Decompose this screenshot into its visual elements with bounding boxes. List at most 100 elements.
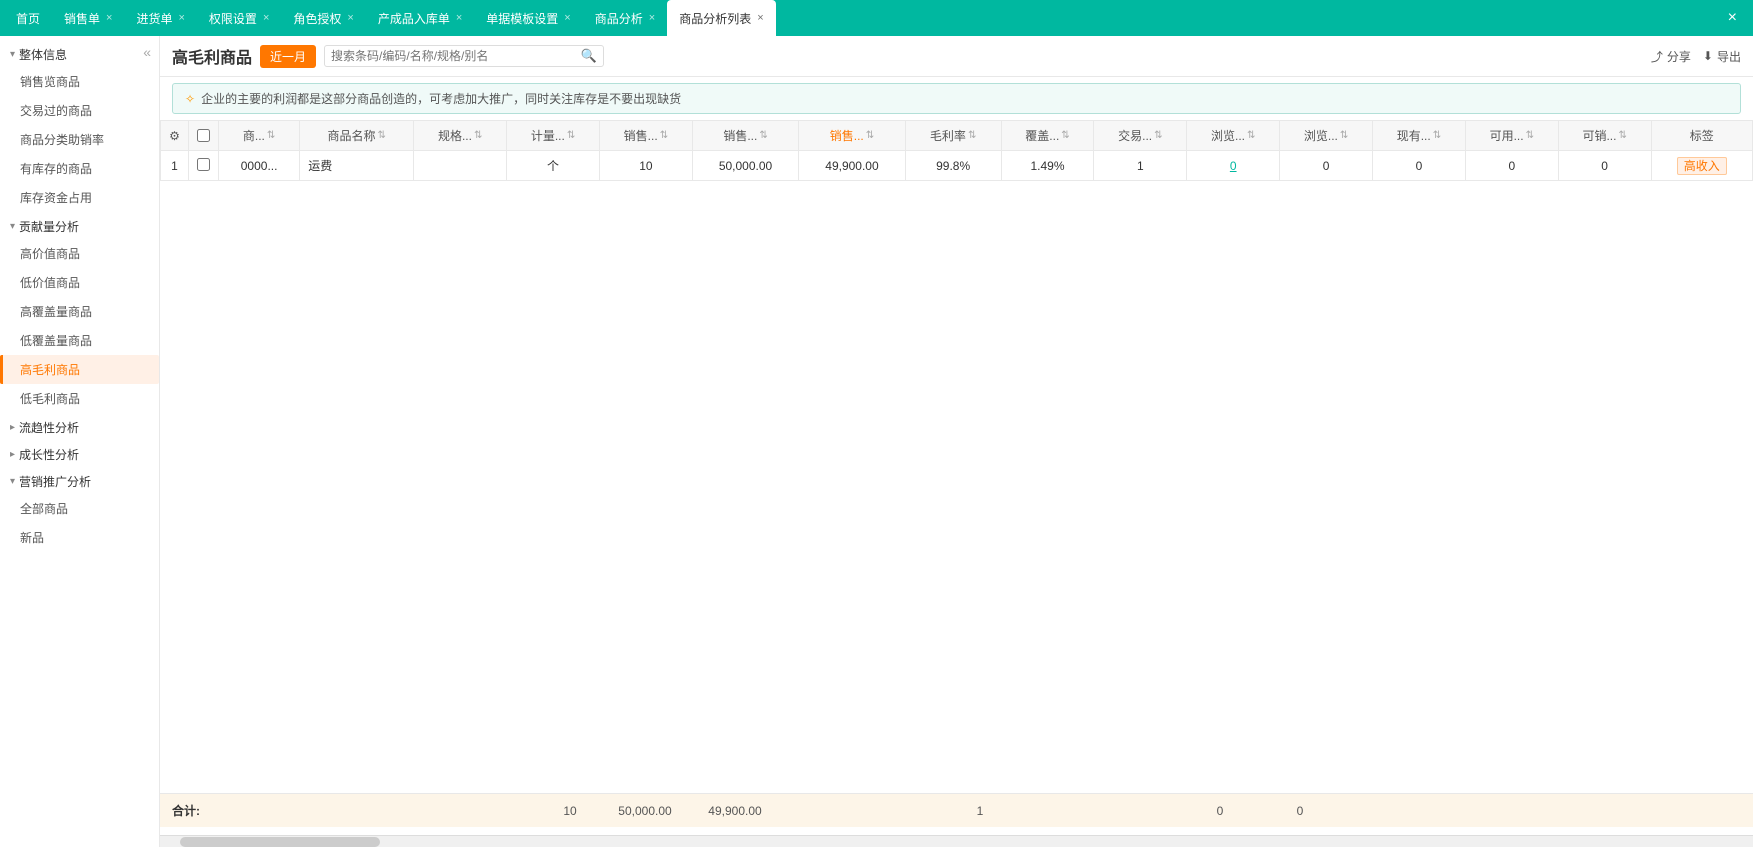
nav-permission-setting[interactable]: 权限设置 × — [197, 0, 281, 36]
sidebar-item-in-stock-products[interactable]: 有库存的商品 — [0, 154, 159, 183]
header-right-actions: ⤴ 分享 ⬇ 导出 — [1651, 48, 1741, 65]
nav-role-auth[interactable]: 角色授权 × — [281, 0, 365, 36]
nav-template-setting[interactable]: 单据模板设置 × — [474, 0, 582, 36]
cell-gross-margin: 99.8% — [905, 151, 1001, 181]
sidebar-item-low-value[interactable]: 低价值商品 — [0, 268, 159, 297]
sidebar-group-trend-analysis[interactable]: ▸ 流趋性分析 — [0, 413, 159, 440]
footer-cell-empty3 — [380, 804, 460, 818]
table-wrapper: ⚙ 商...⇅ 商品名称⇅ 规格...⇅ 计量...⇅ 销售...⇅ 销售...… — [160, 120, 1753, 847]
sidebar-item-low-margin[interactable]: 低毛利商品 — [0, 384, 159, 413]
nav-close-sales-order[interactable]: × — [106, 12, 112, 24]
cell-current-stock: 0 — [1373, 151, 1466, 181]
tag-badge: 高收入 — [1677, 157, 1727, 175]
col-browse1[interactable]: 浏览...⇅ — [1187, 121, 1280, 151]
col-available[interactable]: 可用...⇅ — [1465, 121, 1558, 151]
sort-icon-name: ⇅ — [378, 130, 386, 141]
nav-home[interactable]: 首页 — [4, 0, 52, 36]
col-name[interactable]: 商品名称⇅ — [300, 121, 414, 151]
horizontal-scrollbar[interactable] — [160, 835, 1753, 847]
nav-close-product-analysis-list[interactable]: × — [757, 12, 763, 24]
filter-recent-month-button[interactable]: 近一月 — [260, 45, 316, 68]
cell-code: 0000... — [219, 151, 300, 181]
cell-browse1[interactable]: 0 — [1187, 151, 1280, 181]
cell-trade-count: 1 — [1094, 151, 1187, 181]
sidebar-item-high-value[interactable]: 高价值商品 — [0, 239, 159, 268]
col-tag: 标签 — [1651, 121, 1752, 151]
sidebar-group-overall-info[interactable]: ▾ 整体信息 — [0, 40, 159, 67]
main-layout: « ▾ 整体信息 销售览商品 交易过的商品 商品分类助销率 有库存的商品 库存资… — [0, 36, 1753, 847]
sort-icon-sellable: ⇅ — [1618, 130, 1626, 141]
col-spec[interactable]: 规格...⇅ — [414, 121, 507, 151]
arrow-right-icon: ▸ — [10, 422, 15, 433]
cell-unit: 个 — [507, 151, 600, 181]
select-all-checkbox[interactable] — [197, 129, 210, 142]
table-row: 1 0000... 运费 个 10 50,000.00 49,900.00 99… — [161, 151, 1753, 181]
search-input[interactable] — [331, 49, 581, 63]
close-all-button[interactable]: × — [1716, 9, 1749, 27]
arrow-down-icon-3: ▾ — [10, 476, 15, 487]
nav-product-analysis[interactable]: 商品分析 × — [583, 0, 667, 36]
sidebar-item-category-sales-rate[interactable]: 商品分类助销率 — [0, 125, 159, 154]
footer-cell-sales-amount: 50,000.00 — [600, 804, 690, 818]
sort-icon-current-stock: ⇅ — [1433, 130, 1441, 141]
sidebar-item-low-coverage[interactable]: 低覆盖量商品 — [0, 326, 159, 355]
scrollbar-thumb[interactable] — [180, 837, 380, 847]
col-settings[interactable]: ⚙ — [161, 121, 189, 151]
cell-checkbox[interactable] — [189, 151, 219, 181]
sidebar-collapse-button[interactable]: « — [143, 44, 151, 60]
search-icon[interactable]: 🔍 — [581, 48, 597, 64]
col-unit[interactable]: 计量...⇅ — [507, 121, 600, 151]
share-button[interactable]: ⤴ 分享 — [1651, 48, 1691, 65]
nav-purchase-order[interactable]: 进货单 × — [124, 0, 196, 36]
footer-label: 合计: — [172, 802, 200, 819]
sidebar-item-inventory-capital[interactable]: 库存资金占用 — [0, 183, 159, 212]
footer-cell-empty1 — [220, 804, 300, 818]
nav-close-purchase-order[interactable]: × — [178, 12, 184, 24]
cell-available: 0 — [1465, 151, 1558, 181]
sidebar-item-high-coverage[interactable]: 高覆盖量商品 — [0, 297, 159, 326]
col-current-stock[interactable]: 现有...⇅ — [1373, 121, 1466, 151]
sidebar-item-all-products[interactable]: 全部商品 — [0, 494, 159, 523]
footer-cell-empty8 — [1100, 804, 1180, 818]
sort-icon-sales-amount: ⇅ — [759, 130, 767, 141]
col-sales-qty[interactable]: 销售...⇅ — [599, 121, 692, 151]
sidebar-group-contribution-analysis[interactable]: ▾ 贡献量分析 — [0, 212, 159, 239]
nav-sales-order[interactable]: 销售单 × — [52, 0, 124, 36]
col-browse2[interactable]: 浏览...⇅ — [1280, 121, 1373, 151]
nav-product-analysis-list[interactable]: 商品分析列表 × — [667, 0, 775, 36]
sidebar-item-traded-products[interactable]: 交易过的商品 — [0, 96, 159, 125]
sort-icon-browse2: ⇅ — [1340, 130, 1348, 141]
footer-cell-empty10 — [1420, 804, 1500, 818]
nav-close-permission[interactable]: × — [263, 12, 269, 24]
nav-close-role-auth[interactable]: × — [347, 12, 353, 24]
nav-product-inbound[interactable]: 产成品入库单 × — [366, 0, 474, 36]
col-sales-profit[interactable]: 销售...⇅ — [799, 121, 905, 151]
footer-cell-sales-qty: 10 — [540, 804, 600, 818]
footer-cell-empty6 — [860, 804, 940, 818]
product-table: ⚙ 商...⇅ 商品名称⇅ 规格...⇅ 计量...⇅ 销售...⇅ 销售...… — [160, 120, 1753, 181]
nav-close-product-analysis[interactable]: × — [649, 12, 655, 24]
sort-icon-unit: ⇅ — [567, 130, 575, 141]
col-gross-margin[interactable]: 毛利率⇅ — [905, 121, 1001, 151]
col-code[interactable]: 商...⇅ — [219, 121, 300, 151]
sidebar-group-growth-analysis[interactable]: ▸ 成长性分析 — [0, 440, 159, 467]
col-trade-count[interactable]: 交易...⇅ — [1094, 121, 1187, 151]
col-sellable[interactable]: 可销...⇅ — [1558, 121, 1651, 151]
col-sales-amount[interactable]: 销售...⇅ — [692, 121, 798, 151]
sidebar-item-high-margin[interactable]: 高毛利商品 — [0, 355, 159, 384]
sidebar-item-sales-overview[interactable]: 销售览商品 — [0, 67, 159, 96]
footer-cells: 10 50,000.00 49,900.00 1 0 0 — [220, 804, 1741, 818]
page-title: 高毛利商品 — [172, 44, 252, 68]
info-banner: ✧ 企业的主要的利润都是这部分商品创造的，可考虑加大推广，同时关注库存是不要出现… — [172, 83, 1741, 114]
footer-cell-sales-profit: 49,900.00 — [690, 804, 780, 818]
export-button[interactable]: ⬇ 导出 — [1703, 48, 1741, 65]
nav-close-product-inbound[interactable]: × — [456, 12, 462, 24]
sidebar-group-marketing-analysis[interactable]: ▾ 营销推广分析 — [0, 467, 159, 494]
sort-icon-code: ⇅ — [267, 130, 275, 141]
col-coverage[interactable]: 覆盖...⇅ — [1001, 121, 1094, 151]
sidebar-item-new-products[interactable]: 新品 — [0, 523, 159, 552]
nav-close-template-setting[interactable]: × — [564, 12, 570, 24]
sort-icon-browse1: ⇅ — [1247, 130, 1255, 141]
row-checkbox[interactable] — [197, 158, 210, 171]
cell-sales-qty: 10 — [599, 151, 692, 181]
